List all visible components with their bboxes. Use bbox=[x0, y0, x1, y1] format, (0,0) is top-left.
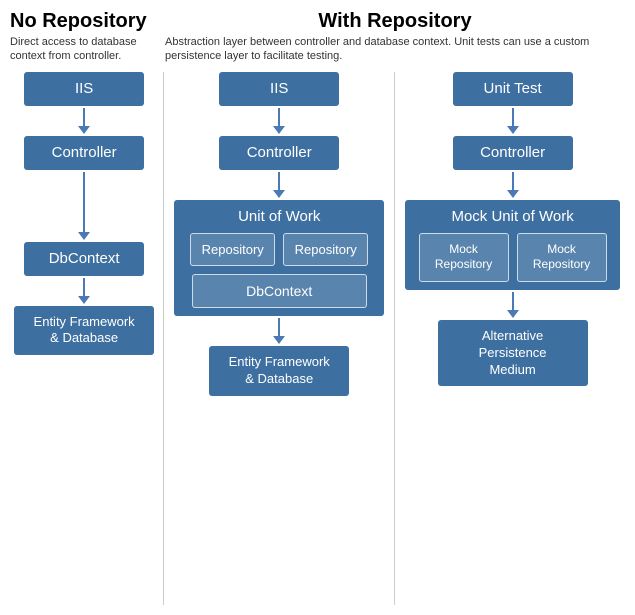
mock-repo-box-2: MockRepository bbox=[517, 233, 607, 282]
with-repo-header: With Repository Abstraction layer betwee… bbox=[165, 10, 625, 64]
arrow-head bbox=[273, 190, 285, 198]
arrow-line bbox=[278, 318, 280, 336]
no-repo-header: No Repository Direct access to database … bbox=[10, 10, 165, 64]
main-content: IIS Controller DbContext Entity Framewor… bbox=[10, 72, 625, 605]
unit-test-box: Unit Test bbox=[453, 72, 573, 106]
arrow-head bbox=[273, 336, 285, 344]
repo-box-1: Repository bbox=[190, 233, 275, 267]
muow-repos: MockRepository MockRepository bbox=[419, 233, 607, 282]
col-divider-2 bbox=[394, 72, 395, 605]
arrow8 bbox=[507, 172, 519, 198]
arrow-line bbox=[83, 108, 85, 126]
arrow-line bbox=[512, 292, 514, 310]
arrow5 bbox=[273, 172, 285, 198]
uow-title: Unit of Work bbox=[238, 208, 320, 225]
col-with-repo: IIS Controller Unit of Work Repository R… bbox=[169, 72, 389, 605]
arrow-head bbox=[78, 126, 90, 134]
no-repo-dbcontext-box: DbContext bbox=[24, 242, 144, 276]
arrow6 bbox=[273, 318, 285, 344]
arrow-head bbox=[78, 232, 90, 240]
col-divider-1 bbox=[163, 72, 164, 605]
repo-box-2: Repository bbox=[283, 233, 368, 267]
header: No Repository Direct access to database … bbox=[10, 10, 625, 64]
muow-title: Mock Unit of Work bbox=[451, 208, 573, 225]
arrow1 bbox=[78, 108, 90, 134]
with-repo-ef-box: Entity Framework& Database bbox=[209, 346, 349, 396]
col-no-repo: IIS Controller DbContext Entity Framewor… bbox=[10, 72, 158, 605]
arrow-head bbox=[507, 310, 519, 318]
alt-persistence-box: AlternativePersistenceMedium bbox=[438, 320, 588, 387]
arrow-head bbox=[507, 190, 519, 198]
muow-container: Mock Unit of Work MockRepository MockRep… bbox=[405, 200, 620, 290]
arrow-head bbox=[78, 296, 90, 304]
with-repo-controller-box: Controller bbox=[219, 136, 339, 170]
arrow-line bbox=[512, 108, 514, 126]
arrow-line bbox=[278, 108, 280, 126]
with-repo-iis-box: IIS bbox=[219, 72, 339, 106]
arrow2 bbox=[78, 172, 90, 240]
uow-repos: Repository Repository bbox=[190, 233, 368, 267]
uow-dbcontext-box: DbContext bbox=[192, 274, 367, 308]
page: No Repository Direct access to database … bbox=[0, 0, 635, 615]
arrow-head bbox=[507, 126, 519, 134]
arrow9 bbox=[507, 292, 519, 318]
arrow-line bbox=[512, 172, 514, 190]
no-repo-desc: Direct access to database context from c… bbox=[10, 35, 165, 64]
arrow-head bbox=[273, 126, 285, 134]
no-repo-ef-box: Entity Framework& Database bbox=[14, 306, 154, 356]
arrow-line bbox=[83, 172, 85, 232]
arrow7 bbox=[507, 108, 519, 134]
with-repo-desc: Abstraction layer between controller and… bbox=[165, 35, 625, 64]
arrow4 bbox=[273, 108, 285, 134]
uow-container: Unit of Work Repository Repository DbCon… bbox=[174, 200, 384, 317]
no-repo-iis-box: IIS bbox=[24, 72, 144, 106]
arrow-line bbox=[278, 172, 280, 190]
mock-repo-box-1: MockRepository bbox=[419, 233, 509, 282]
arrow-line bbox=[83, 278, 85, 296]
col-unit-test: Unit Test Controller Mock Unit of Work M… bbox=[400, 72, 625, 605]
with-repo-title: With Repository bbox=[165, 10, 625, 33]
unit-test-controller-box: Controller bbox=[453, 136, 573, 170]
arrow3 bbox=[78, 278, 90, 304]
no-repo-title: No Repository bbox=[10, 10, 165, 33]
no-repo-controller-box: Controller bbox=[24, 136, 144, 170]
